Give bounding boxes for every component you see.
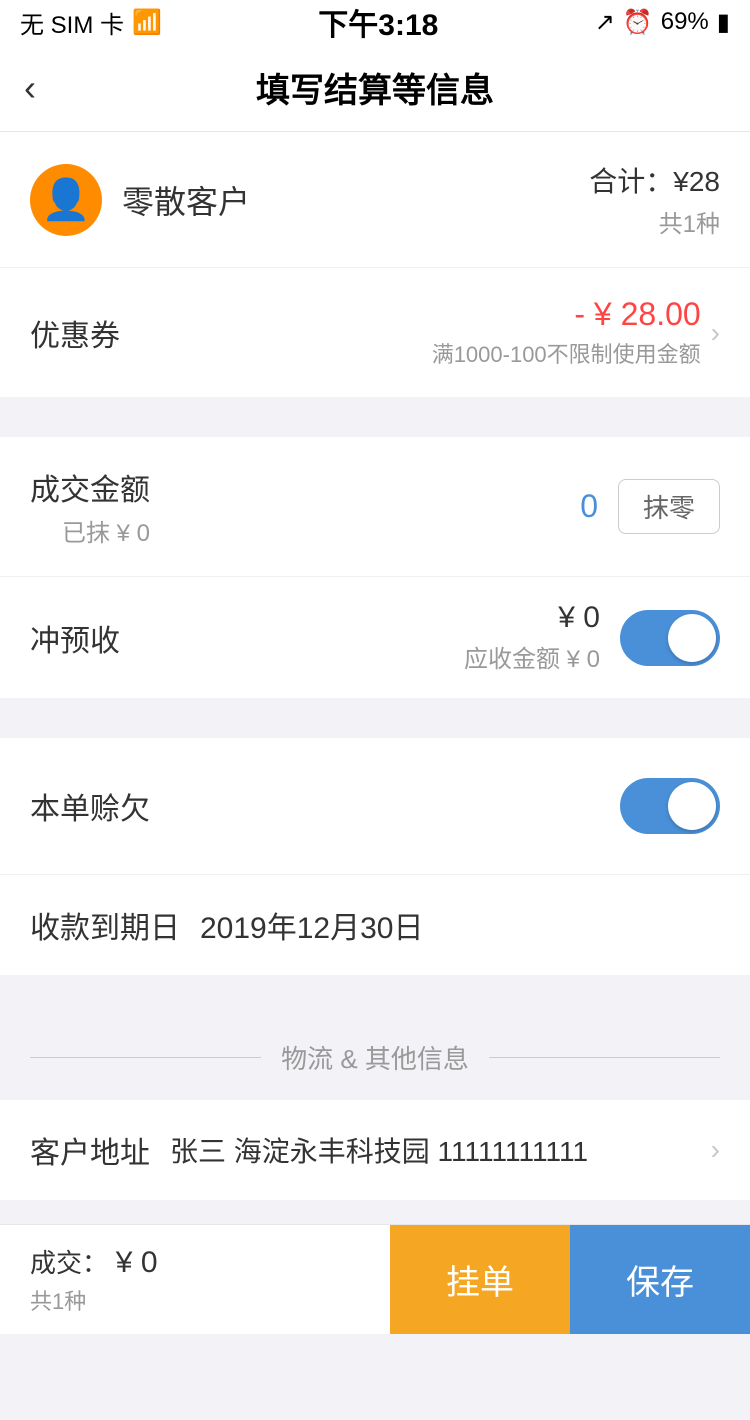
customer-total: 合计：¥28 共1种 <box>589 160 720 239</box>
transaction-label: 成交金额 <box>30 465 150 509</box>
transaction-row: 成交金额 已抹 ¥ 0 0 抹零 <box>0 437 750 576</box>
credit-row: 本单赊欠 <box>0 738 750 874</box>
coupon-row[interactable]: 优惠券 - ¥ 28.00 满1000-100不限制使用金额 › <box>0 267 750 397</box>
due-date-value: 2019年12月30日 <box>200 903 423 947</box>
page-title: 填写结算等信息 <box>256 63 494 112</box>
hang-button[interactable]: 挂单 <box>390 1225 570 1334</box>
due-date-row: 收款到期日 2019年12月30日 <box>0 874 750 975</box>
logistics-line-left <box>30 1057 261 1058</box>
footer-count: 共1种 <box>30 1284 360 1316</box>
signal-text: 无 SIM 卡 <box>20 5 124 40</box>
coupon-desc: 满1000-100不限制使用金额 <box>432 337 701 369</box>
chevron-right-icon: › <box>711 317 720 349</box>
separator-1 <box>0 417 750 437</box>
back-button[interactable]: ‹ <box>24 67 36 109</box>
transaction-section: 成交金额 已抹 ¥ 0 0 抹零 冲预收 ¥ 0 应收金额 ¥ 0 <box>0 437 750 698</box>
logistics-text: 物流 & 其他信息 <box>281 1039 469 1076</box>
prepay-row: 冲预收 ¥ 0 应收金额 ¥ 0 <box>0 576 750 698</box>
footer-deal-row: 成交： ¥ 0 <box>30 1243 360 1280</box>
total-amount: 合计：¥28 <box>589 160 720 200</box>
round-zero-button[interactable]: 抹零 <box>618 479 720 534</box>
address-chevron-icon: › <box>711 1134 720 1166</box>
customer-left: 👤 零散客户 <box>30 164 250 236</box>
total-count: 共1种 <box>589 204 720 239</box>
coupon-right: - ¥ 28.00 满1000-100不限制使用金额 › <box>432 296 720 369</box>
status-right: ↗ ⏰ 69% ▮ <box>595 8 730 37</box>
prepay-toggle[interactable] <box>620 610 720 666</box>
alarm-icon: ⏰ <box>623 8 653 37</box>
credit-toggle[interactable] <box>620 778 720 834</box>
address-section: 客户地址 张三 海淀永丰科技园 11111111111 › <box>0 1100 750 1200</box>
transaction-sub: 已抹 ¥ 0 <box>30 513 150 548</box>
address-value: 张三 海淀永丰科技园 11111111111 <box>170 1130 711 1170</box>
footer-amount: ¥ 0 <box>116 1246 158 1279</box>
transaction-value: 0 <box>580 488 598 525</box>
separator-2 <box>0 718 750 738</box>
transaction-left: 成交金额 已抹 ¥ 0 <box>30 465 150 548</box>
coupon-amount: - ¥ 28.00 <box>432 296 701 333</box>
logistics-line-right <box>489 1057 720 1058</box>
due-date-label: 收款到期日 <box>30 903 180 947</box>
status-time: 下午3:18 <box>318 0 438 44</box>
wifi-icon: 📶 <box>132 8 162 37</box>
prepay-right: ¥ 0 应收金额 ¥ 0 <box>464 601 720 674</box>
battery-icon: ▮ <box>717 8 730 37</box>
separator-3 <box>0 995 750 1015</box>
customer-row: 👤 零散客户 合计：¥28 共1种 <box>0 132 750 267</box>
coupon-info: - ¥ 28.00 满1000-100不限制使用金额 <box>432 296 701 369</box>
status-bar: 无 SIM 卡 📶 下午3:18 ↗ ⏰ 69% ▮ <box>0 0 750 44</box>
avatar: 👤 <box>30 164 102 236</box>
address-row[interactable]: 客户地址 张三 海淀永丰科技园 11111111111 › <box>0 1100 750 1200</box>
prepay-main-amount: ¥ 0 <box>464 601 600 635</box>
footer-deal-label: 成交： <box>30 1248 108 1278</box>
customer-section: 👤 零散客户 合计：¥28 共1种 优惠券 - ¥ 28.00 满1000-10… <box>0 132 750 397</box>
address-label: 客户地址 <box>30 1128 150 1172</box>
location-icon: ↗ <box>595 8 615 37</box>
credit-section: 本单赊欠 收款到期日 2019年12月30日 <box>0 738 750 975</box>
customer-name: 零散客户 <box>122 177 250 223</box>
credit-label: 本单赊欠 <box>30 784 150 828</box>
battery-text: 69% <box>661 8 709 36</box>
status-left: 无 SIM 卡 📶 <box>20 5 162 40</box>
footer-info: 成交： ¥ 0 共1种 <box>0 1225 390 1334</box>
coupon-label: 优惠券 <box>30 311 120 355</box>
nav-bar: ‹ 填写结算等信息 <box>0 44 750 132</box>
prepay-sub-amount: 应收金额 ¥ 0 <box>464 639 600 674</box>
logistics-header: 物流 & 其他信息 <box>0 1015 750 1100</box>
transaction-right: 0 抹零 <box>580 479 720 534</box>
prepay-amounts: ¥ 0 应收金额 ¥ 0 <box>464 601 600 674</box>
prepay-label: 冲预收 <box>30 616 120 660</box>
footer: 成交： ¥ 0 共1种 挂单 保存 <box>0 1224 750 1334</box>
save-button[interactable]: 保存 <box>570 1225 750 1334</box>
